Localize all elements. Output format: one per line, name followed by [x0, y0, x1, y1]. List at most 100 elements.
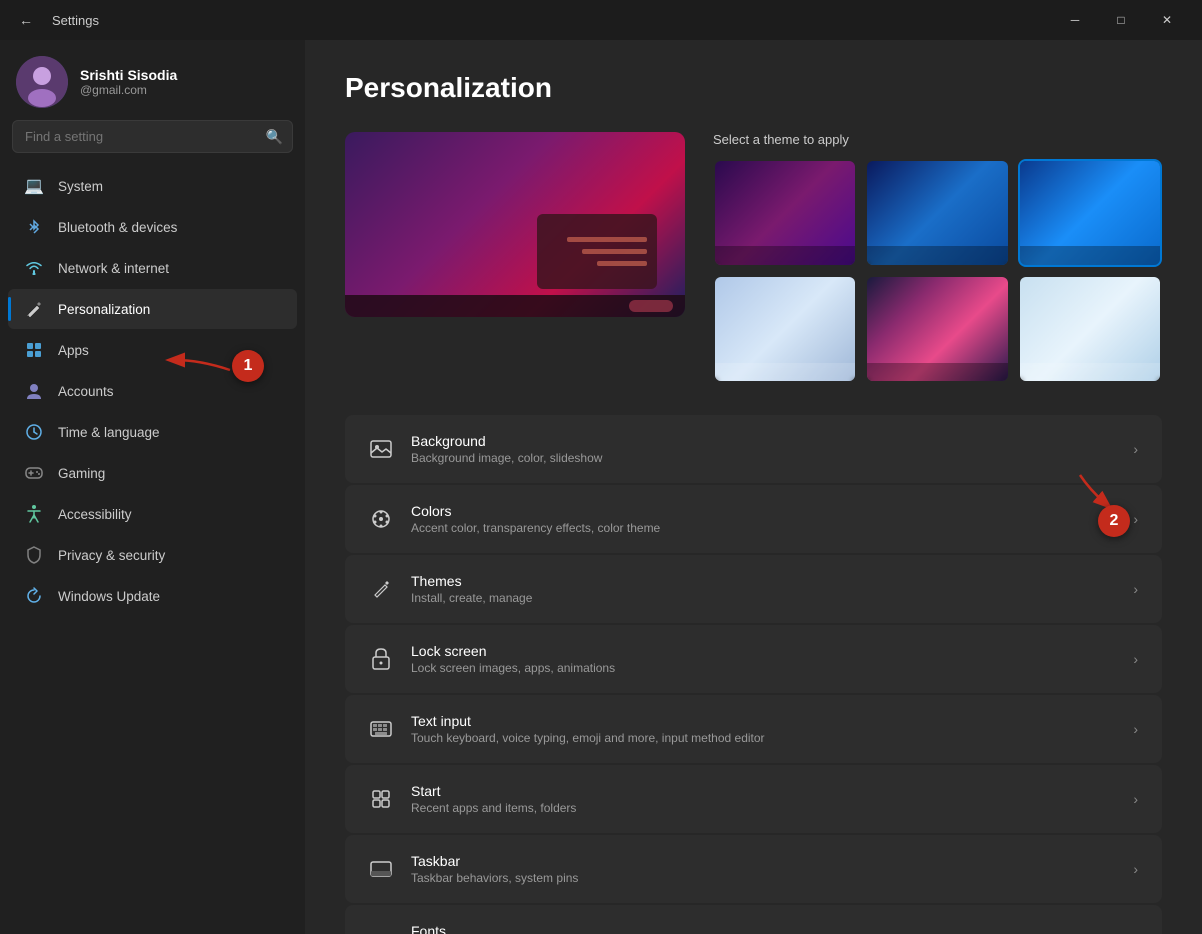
lockscreen-chevron: › — [1133, 651, 1138, 667]
themes-title: Themes — [411, 573, 1115, 589]
settings-item-textinput[interactable]: Text input Touch keyboard, voice typing,… — [345, 695, 1162, 763]
background-subtitle: Background image, color, slideshow — [411, 451, 1115, 465]
taskbar-chevron: › — [1133, 861, 1138, 877]
settings-item-lockscreen[interactable]: Lock screen Lock screen images, apps, an… — [345, 625, 1162, 693]
taskbar-text: Taskbar Taskbar behaviors, system pins — [411, 853, 1115, 885]
update-icon — [24, 586, 44, 606]
settings-item-themes[interactable]: Themes Install, create, manage › — [345, 555, 1162, 623]
preview-line-2 — [582, 249, 647, 254]
preview-taskbar — [345, 295, 685, 317]
preview-line-3 — [597, 261, 647, 266]
privacy-icon — [24, 545, 44, 565]
textinput-icon — [369, 717, 393, 741]
sidebar-item-privacy[interactable]: Privacy & security — [8, 535, 297, 575]
preview-line-1 — [567, 237, 647, 242]
accessibility-icon — [24, 504, 44, 524]
settings-item-taskbar[interactable]: Taskbar Taskbar behaviors, system pins › — [345, 835, 1162, 903]
close-button[interactable]: ✕ — [1144, 0, 1190, 40]
sidebar-item-gaming[interactable]: Gaming — [8, 453, 297, 493]
sidebar-item-label: Apps — [58, 343, 89, 358]
theme-option-1[interactable] — [713, 159, 857, 267]
colors-subtitle: Accent color, transparency effects, colo… — [411, 521, 1115, 535]
theme-option-5[interactable] — [865, 275, 1009, 383]
nav-menu: 💻 System Bluetooth & devices — [0, 165, 305, 617]
profile-name: Srishti Sisodia — [80, 67, 177, 83]
theme-option-4[interactable] — [713, 275, 857, 383]
sidebar-item-network[interactable]: Network & internet — [8, 248, 297, 288]
theme-bar-2 — [867, 246, 1007, 265]
gaming-icon — [24, 463, 44, 483]
theme-bar-1 — [715, 246, 855, 265]
sidebar-item-system[interactable]: 💻 System — [8, 166, 297, 206]
background-text: Background Background image, color, slid… — [411, 433, 1115, 465]
minimize-button[interactable]: ─ — [1052, 0, 1098, 40]
svg-text:A: A — [372, 930, 385, 934]
settings-item-start[interactable]: Start Recent apps and items, folders › — [345, 765, 1162, 833]
window-controls: ─ □ ✕ — [1052, 0, 1190, 40]
taskbar-subtitle: Taskbar behaviors, system pins — [411, 871, 1115, 885]
settings-item-background[interactable]: Background Background image, color, slid… — [345, 415, 1162, 483]
theme-grid — [713, 159, 1162, 383]
theme-option-3[interactable] — [1018, 159, 1162, 267]
theme-bar-3 — [1020, 246, 1160, 265]
accounts-icon — [24, 381, 44, 401]
avatar — [16, 56, 68, 108]
search-input[interactable] — [12, 120, 293, 153]
textinput-chevron: › — [1133, 721, 1138, 737]
lockscreen-title: Lock screen — [411, 643, 1115, 659]
sidebar-item-label: Personalization — [58, 302, 150, 317]
textinput-subtitle: Touch keyboard, voice typing, emoji and … — [411, 731, 1115, 745]
start-text: Start Recent apps and items, folders — [411, 783, 1115, 815]
start-icon — [369, 787, 393, 811]
close-icon: ✕ — [1162, 13, 1172, 27]
sidebar-item-label: Windows Update — [58, 589, 160, 604]
sidebar-item-label: Accessibility — [58, 507, 132, 522]
profile-email: @gmail.com — [80, 83, 177, 97]
profile-info: Srishti Sisodia @gmail.com — [80, 67, 177, 97]
theme-thumbnail-6 — [1020, 277, 1160, 381]
fonts-icon: A a — [369, 927, 393, 934]
preview-widget — [537, 214, 657, 289]
preview-taskbar-pill — [629, 300, 673, 312]
time-icon — [24, 422, 44, 442]
sidebar-item-apps[interactable]: Apps — [8, 330, 297, 370]
app-title: Settings — [52, 13, 99, 28]
themes-text: Themes Install, create, manage — [411, 573, 1115, 605]
textinput-title: Text input — [411, 713, 1115, 729]
textinput-text: Text input Touch keyboard, voice typing,… — [411, 713, 1115, 745]
sidebar-search: 🔍 — [0, 120, 305, 165]
start-subtitle: Recent apps and items, folders — [411, 801, 1115, 815]
theme-thumbnail-2 — [867, 161, 1007, 265]
maximize-button[interactable]: □ — [1098, 0, 1144, 40]
sidebar-item-update[interactable]: Windows Update — [8, 576, 297, 616]
lockscreen-subtitle: Lock screen images, apps, animations — [411, 661, 1115, 675]
theme-select-panel: Select a theme to apply — [713, 132, 1162, 383]
start-title: Start — [411, 783, 1115, 799]
sidebar-item-accessibility[interactable]: Accessibility — [8, 494, 297, 534]
background-chevron: › — [1133, 441, 1138, 457]
search-wrapper: 🔍 — [12, 120, 293, 153]
taskbar-icon — [369, 857, 393, 881]
fonts-text: Fonts Install, manage — [411, 923, 1115, 934]
sidebar-item-label: System — [58, 179, 103, 194]
settings-item-fonts[interactable]: A a Fonts Install, manage › — [345, 905, 1162, 934]
start-chevron: › — [1133, 791, 1138, 807]
settings-item-colors[interactable]: Colors Accent color, transparency effect… — [345, 485, 1162, 553]
lockscreen-icon — [369, 647, 393, 671]
back-button[interactable]: ← — [12, 6, 40, 34]
sidebar-item-accounts[interactable]: Accounts — [8, 371, 297, 411]
sidebar-item-time[interactable]: Time & language — [8, 412, 297, 452]
theme-thumbnail-1 — [715, 161, 855, 265]
sidebar-item-bluetooth[interactable]: Bluetooth & devices — [8, 207, 297, 247]
sidebar-item-personalization[interactable]: Personalization — [8, 289, 297, 329]
colors-icon — [369, 507, 393, 531]
taskbar-title: Taskbar — [411, 853, 1115, 869]
colors-title: Colors — [411, 503, 1115, 519]
colors-chevron: › — [1133, 511, 1138, 527]
profile-section[interactable]: Srishti Sisodia @gmail.com — [0, 40, 305, 120]
theme-thumbnail-3 — [1020, 161, 1160, 265]
minimize-icon: ─ — [1071, 13, 1080, 27]
colors-text: Colors Accent color, transparency effect… — [411, 503, 1115, 535]
theme-option-6[interactable] — [1018, 275, 1162, 383]
theme-option-2[interactable] — [865, 159, 1009, 267]
